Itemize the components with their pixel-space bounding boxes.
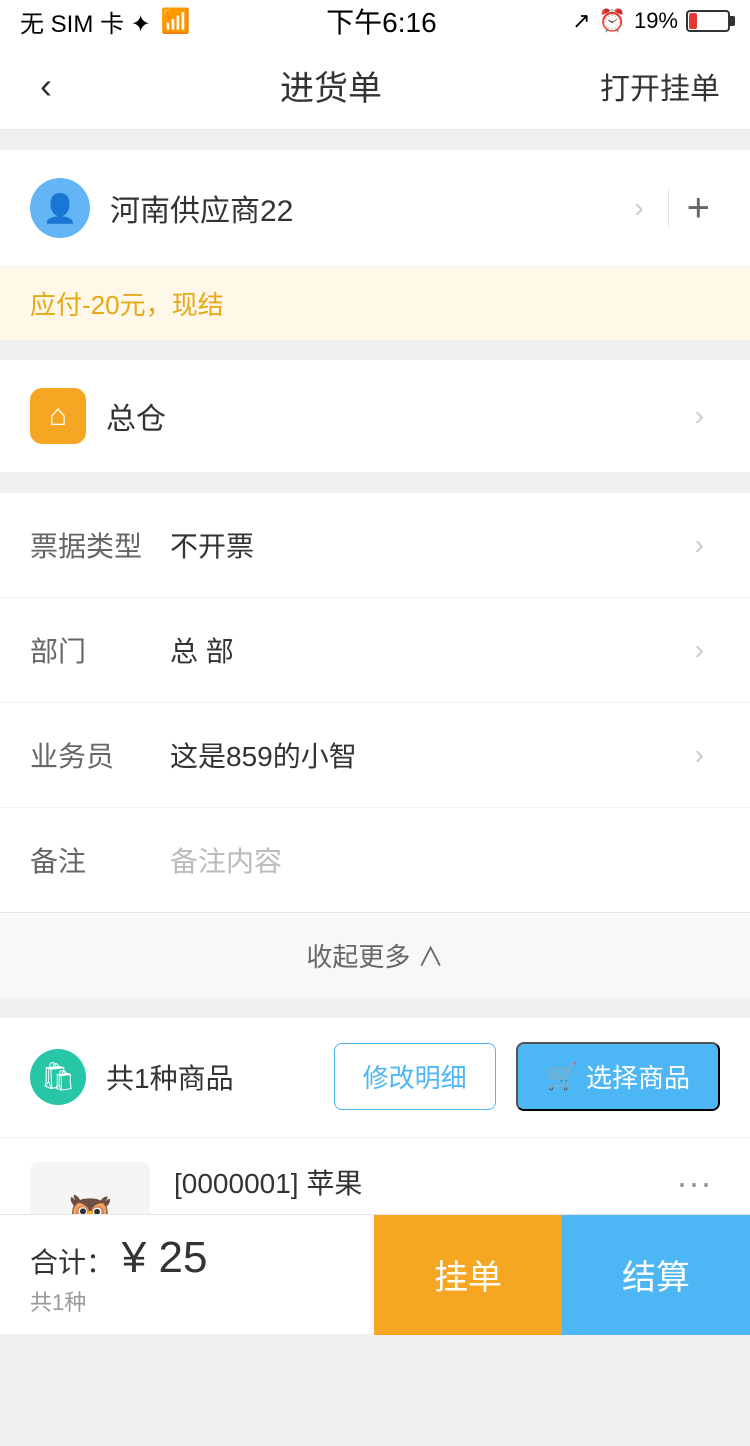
section-gap-3 [0, 472, 750, 492]
product-more-button[interactable]: ··· [668, 1162, 720, 1204]
add-supplier-button[interactable]: + [677, 186, 720, 231]
page-title: 进货单 [280, 61, 382, 110]
dept-chevron-icon: › [695, 634, 704, 666]
invoice-value: 不开票 [170, 525, 679, 565]
section-gap-2 [0, 340, 750, 360]
alarm-icon: ⏰ [599, 8, 626, 34]
supplier-section: 👤 河南供应商22 › + 应付-20元，现结 [0, 150, 750, 340]
dept-row[interactable]: 部门 总 部 › [0, 597, 750, 702]
select-product-button[interactable]: 🛒 选择商品 [516, 1042, 720, 1111]
dept-label: 部门 [30, 630, 170, 670]
supplier-chevron-icon: › [634, 192, 643, 224]
battery-percent: 19% [634, 8, 678, 34]
remark-label: 备注 [30, 840, 170, 880]
invoice-label: 票据类型 [30, 525, 170, 565]
location-icon: ↗ [572, 8, 590, 34]
status-time: 下午6:16 [326, 1, 437, 41]
select-product-label: 选择商品 [586, 1058, 690, 1095]
warehouse-icon: ⌂ [30, 388, 86, 444]
product-code: [0000001] [174, 1168, 299, 1199]
house-icon: ⌂ [49, 399, 67, 433]
sales-row[interactable]: 业务员 这是859的小智 › [0, 702, 750, 807]
nav-bar: ‹ 进货单 打开挂单 [0, 42, 750, 130]
supplier-name: 河南供应商22 [110, 186, 618, 230]
avatar-icon: 👤 [43, 192, 78, 225]
settle-button[interactable]: 结算 [562, 1215, 750, 1335]
total-label: 合计： [30, 1247, 114, 1278]
section-gap-1 [0, 130, 750, 150]
invoice-row[interactable]: 票据类型 不开票 › [0, 492, 750, 597]
status-left: 无 SIM 卡 ✦ 📶 [20, 4, 191, 39]
network-status: 无 SIM 卡 ✦ [20, 4, 151, 39]
product-count-icon: 🛍 [30, 1049, 86, 1105]
dept-value: 总 部 [170, 630, 679, 670]
total-amount: ¥ 25 [122, 1233, 208, 1282]
battery-icon [686, 10, 730, 32]
product-count-text: 共1种商品 [106, 1057, 314, 1097]
open-hang-button[interactable]: 打开挂单 [600, 64, 720, 108]
product-title: 苹果 [306, 1168, 362, 1199]
footer: 合计： ¥ 25 共1种 挂单 结算 [0, 1214, 750, 1334]
back-button[interactable]: ‹ [30, 55, 62, 117]
sales-label: 业务员 [30, 735, 170, 775]
remark-row[interactable]: 备注 备注内容 [0, 807, 750, 912]
bag-icon: 🛍 [40, 1060, 76, 1093]
footer-total-row: 合计： ¥ 25 [30, 1233, 344, 1283]
edit-detail-button[interactable]: 修改明细 [334, 1043, 496, 1110]
status-right: ↗ ⏰ 19% [572, 8, 730, 34]
form-section: 票据类型 不开票 › 部门 总 部 › 业务员 这是859的小智 › 备注 备注… [0, 492, 750, 998]
warehouse-chevron-icon: › [695, 400, 704, 432]
invoice-chevron-icon: › [695, 529, 704, 561]
footer-total: 合计： ¥ 25 共1种 [0, 1233, 374, 1317]
section-gap-4 [0, 998, 750, 1018]
remark-input[interactable]: 备注内容 [170, 840, 720, 880]
supplier-row[interactable]: 👤 河南供应商22 › + [0, 150, 750, 267]
supplier-notice: 应付-20元，现结 [0, 267, 750, 340]
status-bar: 无 SIM 卡 ✦ 📶 下午6:16 ↗ ⏰ 19% [0, 0, 750, 42]
sales-value: 这是859的小智 [170, 735, 679, 775]
divider [668, 188, 669, 228]
hang-button[interactable]: 挂单 [374, 1215, 562, 1335]
cart-icon: 🛒 [546, 1061, 578, 1092]
warehouse-row[interactable]: ⌂ 总仓 › [0, 360, 750, 472]
collapse-button[interactable]: 收起更多 ∧ [0, 912, 750, 998]
wifi-icon: 📶 [161, 7, 191, 36]
warehouse-section: ⌂ 总仓 › [0, 360, 750, 472]
product-name: [0000001] 苹果 [174, 1162, 668, 1202]
sales-chevron-icon: › [695, 739, 704, 771]
warehouse-name: 总仓 [106, 394, 679, 438]
supplier-avatar: 👤 [30, 178, 90, 238]
total-count: 共1种 [30, 1285, 344, 1317]
product-header: 🛍 共1种商品 修改明细 🛒 选择商品 [0, 1018, 750, 1135]
